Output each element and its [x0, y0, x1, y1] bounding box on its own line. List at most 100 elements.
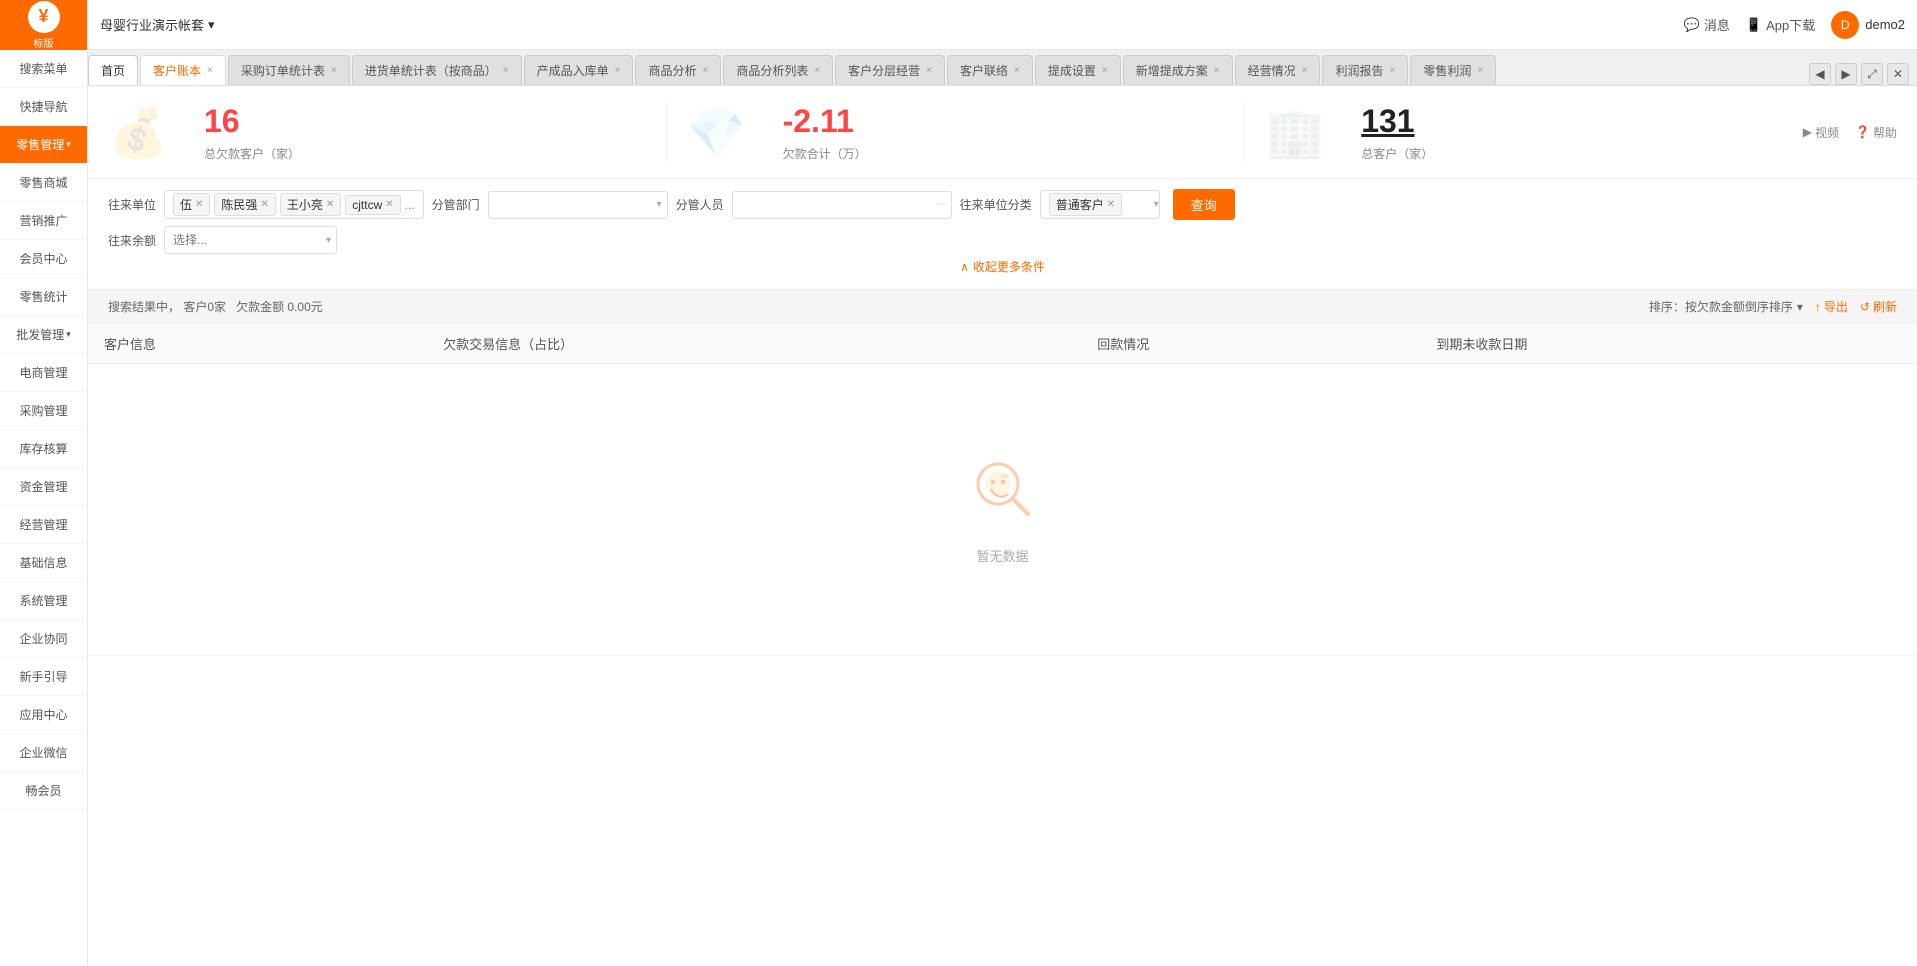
sidebar-item-enterprise-wechat[interactable]: 企业微信 — [0, 734, 87, 772]
tab-close-profit-report[interactable]: × — [1389, 66, 1395, 76]
sidebar-item-ecommerce-mgmt[interactable]: 电商管理 — [0, 354, 87, 392]
tab-retail-profit[interactable]: 零售利润× — [1410, 55, 1496, 85]
sidebar-item-retail-stats[interactable]: 零售统计 — [0, 278, 87, 316]
help-button[interactable]: ❓ 帮助 — [1855, 124, 1897, 141]
refresh-icon: ↺ — [1860, 300, 1870, 314]
tab-operations[interactable]: 经营情况× — [1235, 55, 1321, 85]
filter-manager-label: 分管人员 — [676, 196, 724, 213]
account-selector[interactable]: 母婴行业演示帐套 ▾ — [100, 15, 215, 34]
tab-purchase-order-stat[interactable]: 采购订单统计表× — [228, 55, 350, 85]
tab-promotion-settings[interactable]: 提成设置× — [1035, 55, 1121, 85]
col-header-overdue-date: 到期未收款日期 — [1420, 324, 1917, 364]
tab-goods-analysis-list[interactable]: 商品分析列表 × — [723, 55, 833, 85]
collapse-filter-button[interactable]: ∧ 收起更多条件 — [108, 254, 1897, 279]
tab-new-promotion-plan[interactable]: 新增提成方案 × — [1123, 55, 1233, 85]
sidebar-item-inventory-check[interactable]: 库存核算 — [0, 430, 87, 468]
remove-tag-chen[interactable]: ✕ — [260, 199, 268, 210]
stat-total-customers: 🏢 131 总客户（家） — [1265, 102, 1803, 162]
tab-fullscreen-button[interactable]: ⤢ — [1861, 63, 1883, 85]
filter-dept-input[interactable] — [488, 191, 668, 219]
app-logo[interactable]: ¥ 标版 — [0, 0, 87, 50]
sidebar-item-marketing-promo[interactable]: 营销推广 — [0, 202, 87, 240]
refresh-button[interactable]: ↺ 刷新 — [1860, 298, 1897, 315]
tab-close-customer-contact[interactable]: × — [1014, 66, 1020, 76]
filter-unit-input[interactable]: 伍 ✕ 陈民强 ✕ 王小亮 ✕ cjttcw ✕ — [164, 190, 424, 219]
tab-profit-report[interactable]: 利润报告 × — [1322, 55, 1408, 85]
tab-product-instock[interactable]: 产成品入库单× — [524, 55, 634, 85]
tab-customer-tier[interactable]: 客户分层经营 × — [835, 55, 945, 85]
tab-close-new-promotion-plan[interactable]: × — [1214, 66, 1220, 76]
sidebar-item-basic-info[interactable]: 基础信息 — [0, 544, 87, 582]
sidebar-item-search-menu[interactable]: 搜索菜单 — [0, 50, 87, 88]
tab-label-customer-account: 客户账本 — [153, 62, 201, 79]
sidebar-item-purchase-mgmt[interactable]: 采购管理 — [0, 392, 87, 430]
tab-customer-contact[interactable]: 客户联络× — [947, 55, 1033, 85]
tab-prev-button[interactable]: ◀ — [1809, 63, 1831, 85]
query-button[interactable]: 查询 — [1173, 189, 1235, 220]
sidebar-item-operations-mgmt[interactable]: 经营管理 — [0, 506, 87, 544]
tab-close-customer-account[interactable]: × — [207, 66, 213, 76]
stat-block-overdue-customers: 16 总欠款客户（家） — [184, 102, 340, 161]
filter-manager-select-wrapper: ⋯ — [732, 191, 952, 219]
tab-customer-account[interactable]: 客户账本 × — [140, 55, 226, 85]
stat-divider-1 — [666, 102, 667, 162]
tab-home[interactable]: 首页 — [88, 55, 138, 85]
topbar-right: 💬 消息 📱 App下载 D demo2 — [1684, 11, 1905, 39]
empty-text: 暂无数据 — [976, 546, 1028, 565]
app-download-button[interactable]: 📱 App下载 — [1746, 15, 1815, 34]
col-header-overdue-tx: 欠款交易信息（占比） — [427, 324, 1081, 364]
tab-close-operations[interactable]: × — [1302, 66, 1308, 76]
tab-next-button[interactable]: ▶ — [1835, 63, 1857, 85]
filter-category-input[interactable]: 普通客户 ✕ — [1040, 190, 1160, 219]
filter-row-2: 往来余额 ▾ — [108, 226, 1897, 254]
chevron-down-icon: ▾ — [66, 329, 71, 340]
total-customers-label: 总客户（家） — [1361, 145, 1433, 162]
export-button[interactable]: ↑ 导出 — [1815, 298, 1848, 315]
tab-close-goods-analysis-list[interactable]: × — [814, 66, 820, 76]
filter-balance-label: 往来余额 — [108, 232, 156, 249]
user-area[interactable]: D demo2 — [1831, 11, 1905, 39]
sidebar-item-system-mgmt[interactable]: 系统管理 — [0, 582, 87, 620]
filter-manager-input[interactable] — [732, 191, 952, 219]
tab-label-new-promotion-plan: 新增提成方案 — [1136, 62, 1208, 79]
sidebar-item-retail-mgmt[interactable]: 零售管理▾ — [0, 126, 87, 164]
sidebar-item-batch-mgmt[interactable]: 批发管理▾ — [0, 316, 87, 354]
sidebar-item-app-center[interactable]: 应用中心 — [0, 696, 87, 734]
tab-close-instock-stat[interactable]: × — [503, 66, 509, 76]
sidebar-item-new-user-guide[interactable]: 新手引导 — [0, 658, 87, 696]
tab-label-home: 首页 — [101, 62, 125, 79]
filter-balance-input[interactable] — [164, 226, 337, 254]
tab-close-purchase-order-stat[interactable]: × — [331, 66, 337, 76]
remove-tag-cjttcw[interactable]: ✕ — [385, 199, 393, 210]
tab-close-promotion-settings[interactable]: × — [1102, 66, 1108, 76]
table-header: 客户信息欠款交易信息（占比）回款情况到期未收款日期 — [88, 324, 1917, 364]
sidebar-item-finance-mgmt[interactable]: 资金管理 — [0, 468, 87, 506]
stat-block-overdue-amount: -2.11 欠款合计（万） — [763, 102, 907, 161]
tab-close-goods-analysis[interactable]: × — [702, 66, 708, 76]
tab-label-goods-analysis-list: 商品分析列表 — [736, 62, 808, 79]
top-bar: 母婴行业演示帐套 ▾ 💬 消息 📱 App下载 D demo2 — [88, 0, 1917, 50]
sort-selector[interactable]: 排序：按欠款金额倒序排序 ▾ — [1649, 298, 1803, 315]
tab-label-profit-report: 利润报告 — [1335, 62, 1383, 79]
tab-label-customer-tier: 客户分层经营 — [848, 62, 920, 79]
tab-instock-stat[interactable]: 进货单统计表（按商品）× — [352, 55, 522, 85]
sidebar-item-member-vip[interactable]: 畅会员 — [0, 772, 87, 810]
more-tags-button[interactable]: ... — [405, 198, 415, 212]
video-button[interactable]: ▶ 视频 — [1803, 124, 1839, 141]
tab-goods-analysis[interactable]: 商品分析× — [635, 55, 721, 85]
tab-close-product-instock[interactable]: × — [615, 66, 621, 76]
remove-tag-ordinary[interactable]: ✕ — [1107, 199, 1115, 210]
table-area: 客户信息欠款交易信息（占比）回款情况到期未收款日期 — [88, 324, 1917, 966]
overdue-amount-label: 欠款合计（万） — [783, 145, 867, 162]
sidebar-item-member-center[interactable]: 会员中心 — [0, 240, 87, 278]
tab-close-customer-tier[interactable]: × — [926, 66, 932, 76]
message-button[interactable]: 💬 消息 — [1684, 15, 1730, 34]
sidebar-item-enterprise-collab[interactable]: 企业协同 — [0, 620, 87, 658]
remove-tag-wang[interactable]: ✕ — [326, 199, 334, 210]
sidebar-item-quick-nav[interactable]: 快捷导航 — [0, 88, 87, 126]
tab-close-retail-profit[interactable]: × — [1477, 66, 1483, 76]
remove-tag-wu[interactable]: ✕ — [195, 199, 203, 210]
logo-text: 标版 — [34, 35, 54, 50]
tab-close-all-button[interactable]: ✕ — [1887, 63, 1909, 85]
sidebar-item-retail-shop[interactable]: 零售商城 — [0, 164, 87, 202]
